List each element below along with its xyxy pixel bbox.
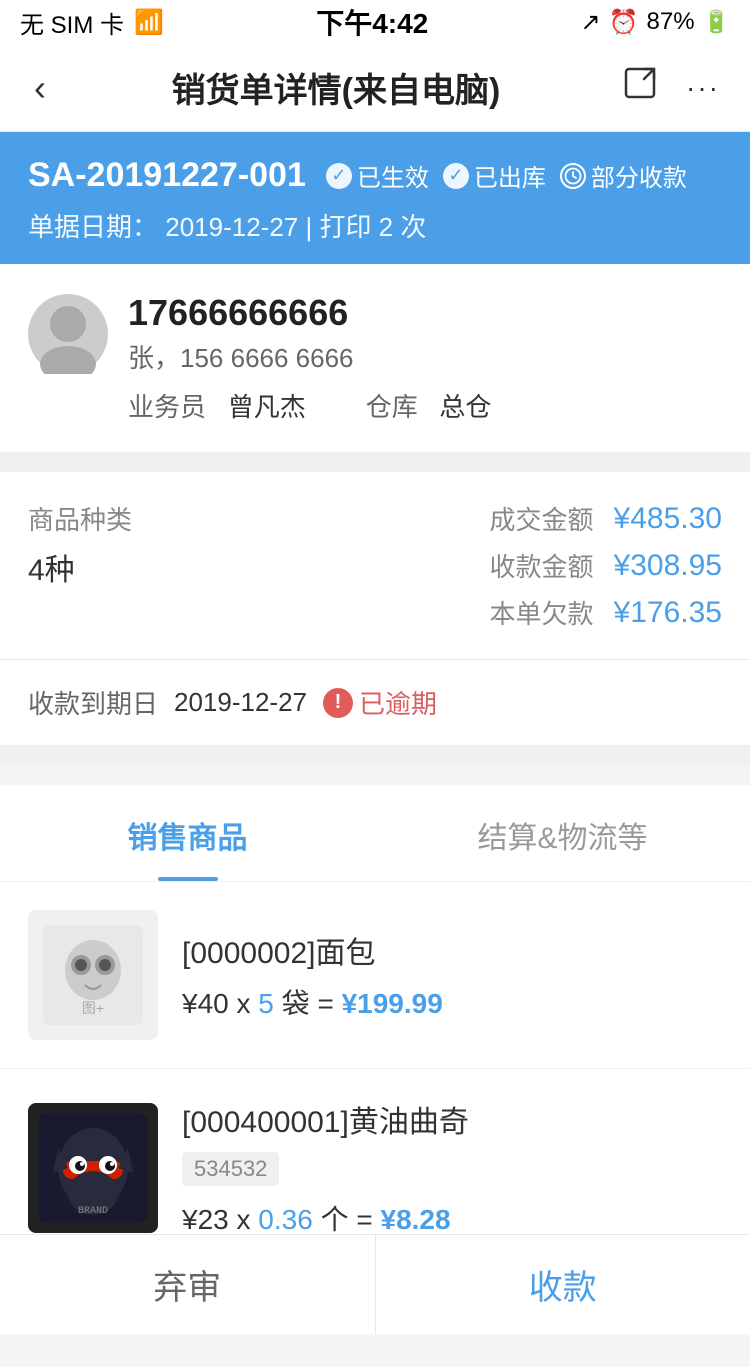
due-section: 收款到期日 2019-12-27 ! 已逾期 [0, 660, 750, 745]
carrier-label: 无 SIM 卡 [20, 5, 124, 40]
summary-left: 商品种类 4种 [28, 500, 132, 589]
overdue-text: 已逾期 [359, 684, 437, 721]
received-row: 收款金额 ¥308.95 [490, 547, 722, 584]
page-title: 销货单详情(来自电脑) [56, 63, 616, 112]
warehouse-label: 仓库 [366, 392, 418, 422]
status-badges: ✓ 已生效 ✓ 已出库 部分收款 [326, 158, 687, 193]
received-label: 收款金额 [490, 547, 594, 584]
total-2: ¥8.28 [381, 1204, 451, 1235]
order-header: SA-20191227-001 ✓ 已生效 ✓ 已出库 部分收款 [0, 132, 750, 264]
tab-settle[interactable]: 结算&物流等 [375, 785, 750, 881]
summary-section: 商品种类 4种 成交金额 ¥485.30 收款金额 ¥308.95 本单欠款 ¥… [0, 472, 750, 659]
product-price-2: ¥23 x 0.36 个 = ¥8.28 [182, 1198, 722, 1238]
warehouse-item: 仓库 总仓 [366, 387, 492, 424]
overdue-icon: ! [323, 688, 353, 718]
battery-icon: 🔋 [703, 9, 730, 35]
check-icon-2: ✓ [443, 163, 469, 189]
status-partial: 部分收款 [560, 158, 687, 193]
tab-sales[interactable]: 销售商品 [0, 785, 375, 881]
bottom-bar: 弃审 收款 [0, 1234, 750, 1334]
nav-actions: ··· [616, 59, 726, 116]
tabs-section: 销售商品 结算&物流等 [0, 785, 750, 882]
product-thumb-2: BRAND [28, 1103, 158, 1233]
type-value: 4种 [28, 545, 132, 589]
sales-rep-item: 业务员 曾凡杰 [128, 387, 306, 424]
overdue-badge: ! 已逾期 [323, 684, 437, 721]
product-thumb-1: 图+ [28, 910, 158, 1040]
customer-section: 17666666666 张，156 6666 6666 业务员 曾凡杰 仓库 总… [0, 264, 750, 452]
customer-name: 张，156 6666 6666 [128, 338, 354, 375]
qty-1: 5 [258, 988, 274, 1019]
customer-phone: 17666666666 [128, 292, 354, 334]
status-effective: ✓ 已生效 [326, 158, 429, 193]
warehouse-value: 总仓 [439, 392, 491, 422]
check-icon-1: ✓ [326, 163, 352, 189]
product-name-2: [000400001]黄油曲奇 [182, 1097, 722, 1141]
status-bar: 无 SIM 卡 📶 下午4:42 ↗ ⏰ 87% 🔋 [0, 0, 750, 44]
back-button[interactable]: ‹ [24, 57, 56, 119]
divider-2 [0, 745, 750, 765]
due-date-value: 2019-12-27 [174, 687, 307, 718]
order-id: SA-20191227-001 [28, 156, 306, 195]
divider-1 [0, 452, 750, 472]
clock-icon [560, 163, 586, 189]
sales-rep-value: 曾凡杰 [228, 392, 306, 422]
svg-text:图+: 图+ [82, 1000, 104, 1016]
type-label: 商品种类 [28, 500, 132, 537]
export-button[interactable] [616, 59, 664, 116]
debt-value: ¥176.35 [614, 596, 722, 630]
summary-right: 成交金额 ¥485.30 收款金额 ¥308.95 本单欠款 ¥176.35 [490, 500, 722, 631]
amount-label: 成交金额 [490, 500, 594, 537]
avatar [28, 294, 108, 374]
products-list: 图+ [0000002]面包 ¥40 x 5 袋 = ¥199.99 [0, 882, 750, 1267]
confirm-button[interactable]: 收款 [376, 1235, 750, 1334]
product-sku-2: 534532 [182, 1152, 279, 1186]
status-right: ↗ ⏰ 87% 🔋 [581, 8, 730, 37]
status-time: 下午4:42 [316, 2, 428, 42]
tabs-row: 销售商品 结算&物流等 [0, 785, 750, 882]
wifi-icon: 📶 [134, 8, 164, 37]
more-button[interactable]: ··· [680, 66, 726, 110]
product-name-1: [0000002]面包 [182, 928, 722, 972]
amount-row: 成交金额 ¥485.30 [490, 500, 722, 537]
debt-label: 本单欠款 [490, 594, 594, 631]
cancel-button[interactable]: 弃审 [0, 1235, 376, 1334]
status-shipped: ✓ 已出库 [443, 158, 546, 193]
svg-text:BRAND: BRAND [78, 1206, 108, 1217]
product-info-1: [0000002]面包 ¥40 x 5 袋 = ¥199.99 [182, 928, 722, 1022]
product-info-2: [000400001]黄油曲奇 534532 ¥23 x 0.36 个 = ¥8… [182, 1097, 722, 1238]
received-value: ¥308.95 [614, 549, 722, 583]
list-item: 图+ [0000002]面包 ¥40 x 5 袋 = ¥199.99 [0, 882, 750, 1069]
location-icon: ↗ [581, 8, 601, 37]
amount-value: ¥485.30 [614, 502, 722, 536]
order-date-line: 单据日期： 2019-12-27 | 打印 2 次 [28, 207, 722, 244]
total-1: ¥199.99 [342, 988, 443, 1019]
nav-bar: ‹ 销货单详情(来自电脑) ··· [0, 44, 750, 132]
battery-label: 87% [647, 8, 695, 36]
alarm-icon: ⏰ [609, 8, 639, 37]
sales-rep-label: 业务员 [128, 392, 206, 422]
customer-details: 业务员 曾凡杰 仓库 总仓 [128, 387, 722, 424]
status-left: 无 SIM 卡 📶 [20, 5, 164, 40]
qty-2: 0.36 [258, 1204, 313, 1235]
product-price-1: ¥40 x 5 袋 = ¥199.99 [182, 982, 722, 1022]
debt-row: 本单欠款 ¥176.35 [490, 594, 722, 631]
due-label: 收款到期日 [28, 684, 158, 721]
